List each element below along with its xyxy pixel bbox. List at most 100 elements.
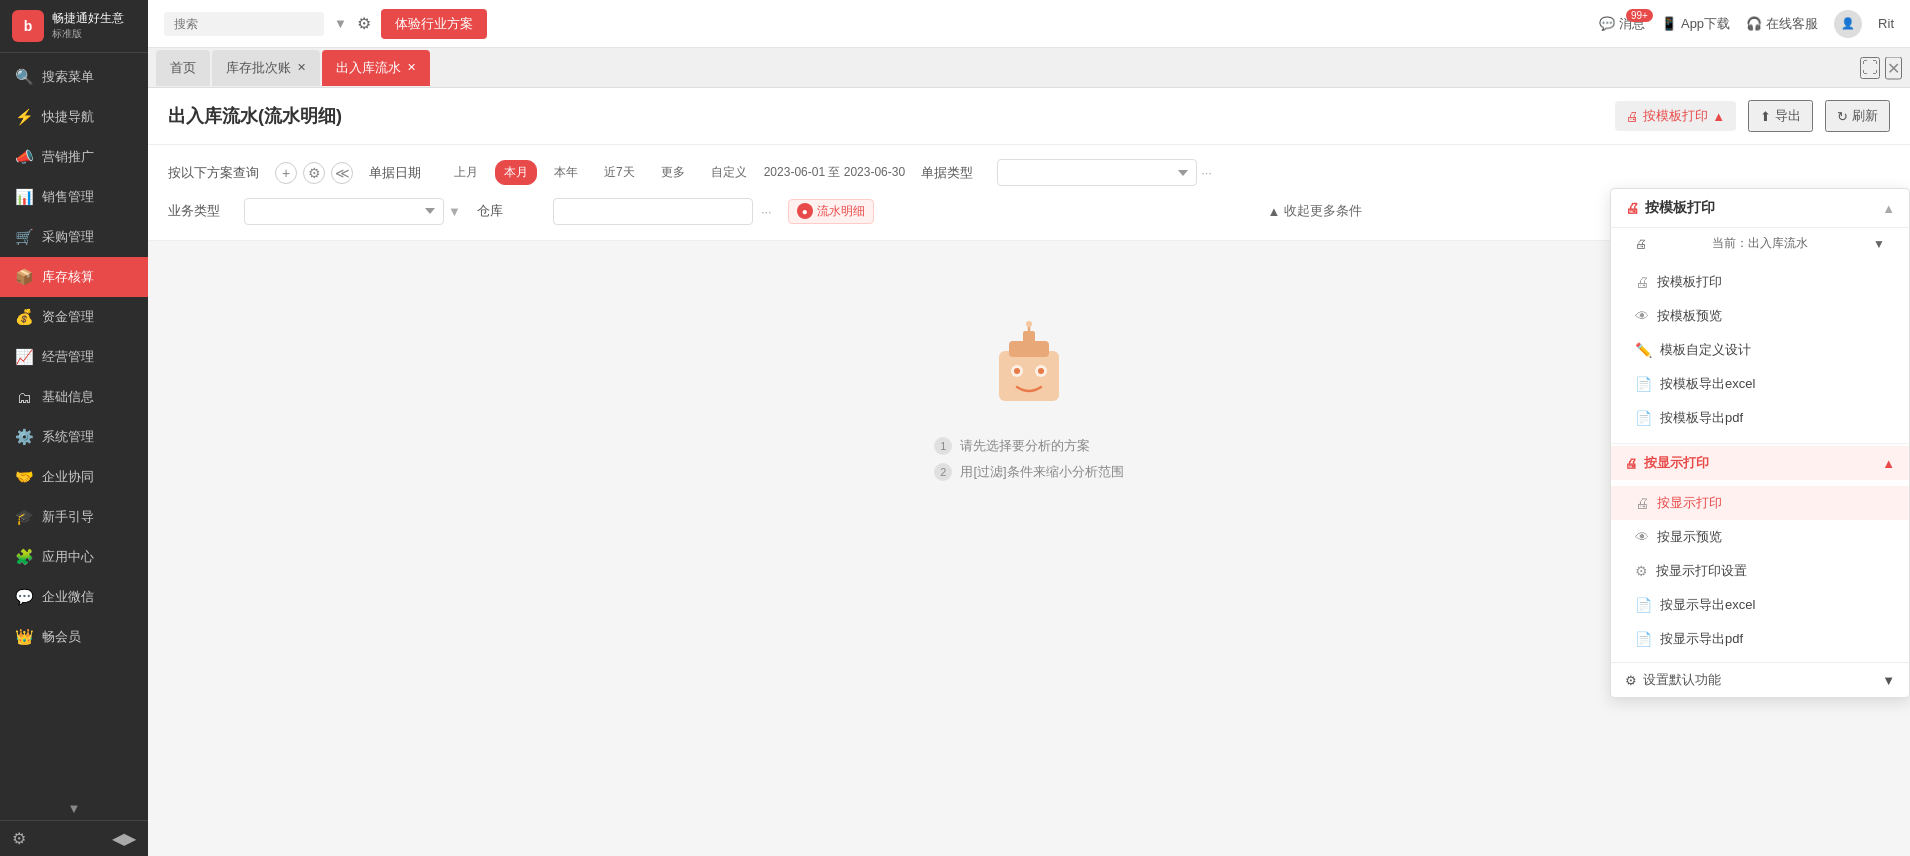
app-download-btn[interactable]: 📱 App下载	[1661, 15, 1730, 33]
tab-home[interactable]: 首页	[156, 50, 210, 86]
dropdown-template-items: 🖨 按模板打印 👁 按模板预览 ✏️ 模板自定义设计 📄 按模板导出excel …	[1611, 259, 1909, 441]
display-settings-icon: ⚙	[1635, 563, 1648, 579]
online-service-label: 在线客服	[1766, 15, 1818, 33]
dropdown-display-excel[interactable]: 📄 按显示导出excel	[1611, 588, 1909, 622]
export-btn[interactable]: ⬆ 导出	[1748, 100, 1813, 132]
collapse-sidebar-icon[interactable]: ◀▶	[112, 829, 136, 848]
filter-biz-chevron-icon[interactable]: ▼	[448, 204, 461, 219]
sidebar-item-inventory[interactable]: 📦 库存核算	[0, 257, 148, 297]
template-preview-item-icon: 👁	[1635, 308, 1649, 324]
dropdown-display-section-header[interactable]: 🖨 按显示打印 ▲	[1611, 446, 1909, 480]
dropdown-template-design[interactable]: ✏️ 模板自定义设计	[1611, 333, 1909, 367]
sidebar-item-operations[interactable]: 📈 经营管理	[0, 337, 148, 377]
filter-biz-select[interactable]	[244, 198, 444, 225]
dropdown-display-preview[interactable]: 👁 按显示预览	[1611, 520, 1909, 554]
warehouse-more-icon[interactable]: ···	[761, 204, 772, 219]
avatar: 👤	[1834, 10, 1862, 38]
dropdown-template-print[interactable]: 🖨 按模板打印	[1611, 265, 1909, 299]
dropdown-template-excel[interactable]: 📄 按模板导出excel	[1611, 367, 1909, 401]
printer-header-icon: 🖨	[1625, 200, 1639, 216]
dropdown-template-preview[interactable]: 👁 按模板预览	[1611, 299, 1909, 333]
filter-type-select[interactable]	[997, 159, 1197, 186]
date-shortcut-this-year[interactable]: 本年	[545, 160, 587, 185]
filter-warehouse-input[interactable]	[553, 198, 753, 225]
tab-flow-label: 出入库流水	[336, 59, 401, 77]
template-design-item-label: 模板自定义设计	[1660, 341, 1751, 359]
sidebar-item-system[interactable]: ⚙️ 系统管理	[0, 417, 148, 457]
industry-btn[interactable]: 体验行业方案	[381, 9, 487, 39]
sidebar-item-search[interactable]: 🔍 搜索菜单	[0, 57, 148, 97]
sidebar-scroll-down[interactable]: ▼	[0, 797, 148, 820]
username-label[interactable]: Rit	[1878, 16, 1894, 31]
export-icon: ⬆	[1760, 109, 1771, 124]
sidebar-item-base[interactable]: 🗂 基础信息	[0, 377, 148, 417]
sidebar-item-quicknav[interactable]: ⚡ 快捷导航	[0, 97, 148, 137]
default-func-icon: ⚙	[1625, 673, 1637, 688]
sidebar-item-apps-label: 应用中心	[42, 548, 94, 566]
default-func-chevron: ▼	[1882, 673, 1895, 688]
sidebar-item-wechat[interactable]: 💬 企业微信	[0, 577, 148, 617]
sidebar-item-purchase[interactable]: 🛒 采购管理	[0, 217, 148, 257]
tab-flow[interactable]: 出入库流水 ✕	[322, 50, 430, 86]
collapse-more-btn[interactable]: ▲ 收起更多条件	[1267, 202, 1362, 220]
sidebar-item-member[interactable]: 👑 畅会员	[0, 617, 148, 657]
sidebar-item-finance[interactable]: 💰 资金管理	[0, 297, 148, 337]
window-close-btn[interactable]: ✕	[1885, 56, 1902, 79]
sidebar-item-marketing[interactable]: 📣 营销推广	[0, 137, 148, 177]
display-print-label: 按显示打印	[1657, 494, 1722, 512]
template-print-btn[interactable]: 🖨 按模板打印 ▲	[1615, 101, 1736, 131]
collab-icon: 🤝	[14, 467, 34, 487]
dropdown-header: 🖨 按模板打印 ▲	[1611, 189, 1909, 228]
sidebar-item-apps[interactable]: 🧩 应用中心	[0, 537, 148, 577]
dropdown-current-chevron: ▼	[1873, 237, 1885, 251]
quicknav-icon: ⚡	[14, 107, 34, 127]
tip-text-1: 请先选择要分析的方案	[960, 437, 1090, 455]
date-shortcut-last-month[interactable]: 上月	[445, 160, 487, 185]
filter-settings-btn[interactable]: ⚙	[303, 162, 325, 184]
app-name: 畅捷通好生意	[52, 11, 124, 27]
display-section-chevron[interactable]: ▲	[1882, 456, 1895, 471]
sidebar: b 畅捷通好生意 标准版 🔍 搜索菜单 ⚡ 快捷导航 📣 营销推广 📊 销售管理…	[0, 0, 148, 856]
dropdown-title-text: 按模板打印	[1645, 199, 1715, 217]
tabbar: 首页 库存批次账 ✕ 出入库流水 ✕ ⛶ ✕	[148, 48, 1910, 88]
date-shortcut-7days[interactable]: 近7天	[595, 160, 644, 185]
dropdown-display-print[interactable]: 🖨 按显示打印	[1611, 486, 1909, 520]
dropdown-display-settings[interactable]: ⚙ 按显示打印设置	[1611, 554, 1909, 588]
sidebar-item-collab[interactable]: 🤝 企业协同	[0, 457, 148, 497]
date-shortcut-this-month[interactable]: 本月	[495, 160, 537, 185]
topbar-chevron-icon[interactable]: ▼	[334, 16, 347, 31]
tip-num-1: 1	[934, 437, 952, 455]
dropdown-template-pdf[interactable]: 📄 按模板导出pdf	[1611, 401, 1909, 435]
sidebar-item-guide[interactable]: 🎓 新手引导	[0, 497, 148, 537]
tab-batch-close[interactable]: ✕	[297, 61, 306, 74]
template-pdf-item-icon: 📄	[1635, 410, 1652, 426]
template-excel-item-icon: 📄	[1635, 376, 1652, 392]
online-service-btn[interactable]: 🎧 在线客服	[1746, 15, 1818, 33]
filter-type-more[interactable]: ···	[1201, 165, 1212, 180]
sidebar-item-sales[interactable]: 📊 销售管理	[0, 177, 148, 217]
topbar-gear-icon[interactable]: ⚙	[357, 14, 371, 33]
messages-badge: 99+	[1626, 9, 1653, 22]
refresh-btn[interactable]: ↻ 刷新	[1825, 100, 1890, 132]
dropdown-display-section-title: 🖨 按显示打印	[1625, 454, 1709, 472]
display-pdf-icon: 📄	[1635, 631, 1652, 647]
settings-icon[interactable]: ⚙	[12, 829, 26, 848]
tab-batch-label: 库存批次账	[226, 59, 291, 77]
messages-btn[interactable]: 💬 消息 99+	[1599, 15, 1645, 33]
date-shortcut-custom[interactable]: 自定义	[702, 160, 756, 185]
display-preview-icon: 👁	[1635, 529, 1649, 545]
tab-flow-close[interactable]: ✕	[407, 61, 416, 74]
topbar-search-input[interactable]	[164, 12, 324, 36]
date-shortcut-more[interactable]: 更多	[652, 160, 694, 185]
filter-collapse-btn[interactable]: ≪	[331, 162, 353, 184]
filter-add-btn[interactable]: +	[275, 162, 297, 184]
dropdown-display-pdf[interactable]: 📄 按显示导出pdf	[1611, 622, 1909, 656]
sidebar-item-member-label: 畅会员	[42, 628, 81, 646]
dropdown-panel: 🖨 按模板打印 ▲ 🖨 当前：出入库流水 ▼ 🖨 按模板打印 👁 按	[1610, 188, 1910, 698]
page-header-actions: 🖨 按模板打印 ▲ ⬆ 导出 ↻ 刷新	[1615, 100, 1890, 132]
tab-expand-btn[interactable]: ⛶	[1860, 57, 1880, 79]
dropdown-current[interactable]: 🖨 当前：出入库流水 ▼	[1611, 228, 1909, 259]
dropdown-bottom[interactable]: ⚙ 设置默认功能 ▼	[1611, 662, 1909, 697]
tab-batch[interactable]: 库存批次账 ✕	[212, 50, 320, 86]
dropdown-close-icon[interactable]: ▲	[1882, 201, 1895, 216]
